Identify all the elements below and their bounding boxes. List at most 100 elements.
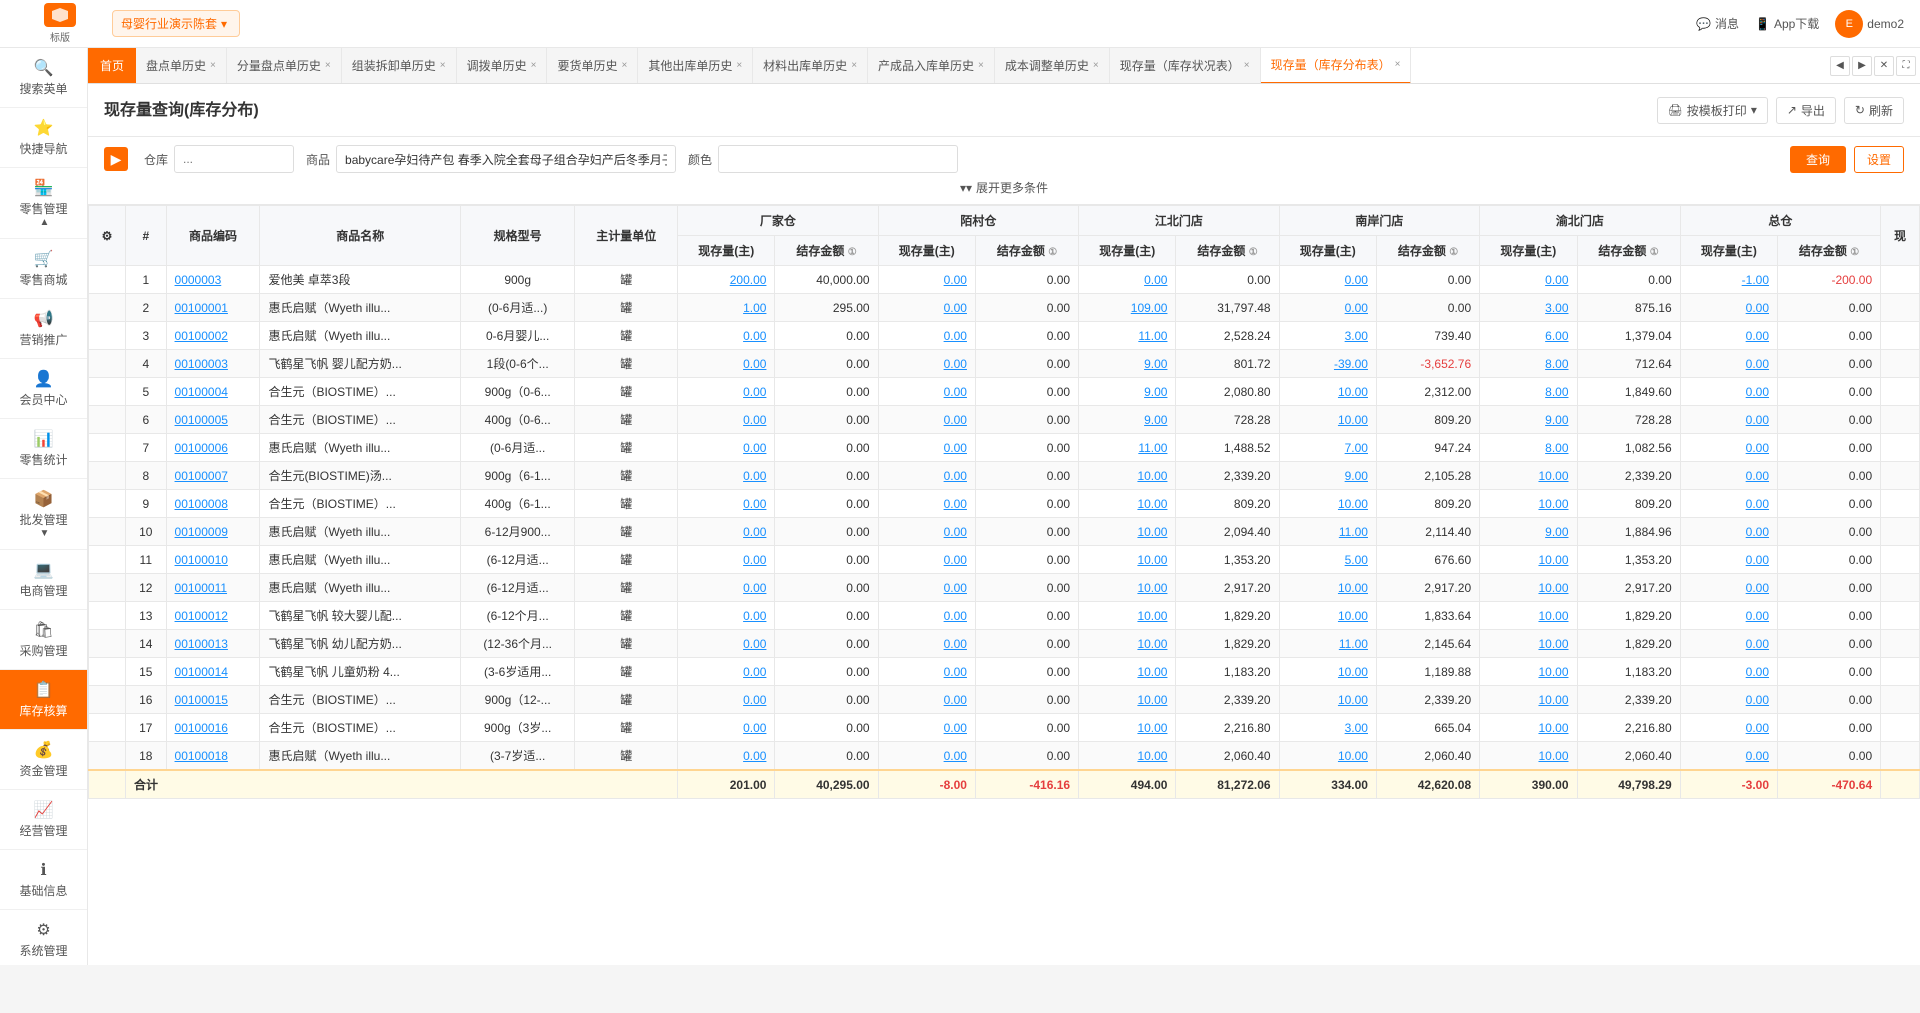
sidebar-item-inventory[interactable]: 📋 库存核算 xyxy=(0,670,87,730)
table-row: 16 00100015 合生元（BIOSTIME）... 900g（12-...… xyxy=(89,686,1920,714)
sidebar-item-marketing[interactable]: 📢 营销推广 xyxy=(0,299,87,359)
sidebar-item-nav[interactable]: ⭐ 快捷导航 xyxy=(0,108,87,168)
tab-demand[interactable]: 要货单历史 × xyxy=(547,48,638,84)
td-w2-qty: 0.00 xyxy=(878,574,975,602)
user-btn[interactable]: E demo2 xyxy=(1835,10,1904,38)
td-settings xyxy=(89,322,126,350)
tab-home[interactable]: 首页 xyxy=(88,48,136,84)
close-icon[interactable]: × xyxy=(1093,60,1099,71)
code-link[interactable]: 00100009 xyxy=(175,525,228,539)
sidebar-item-wholesale[interactable]: 📦 批发管理 ▼ xyxy=(0,479,87,550)
close-icon[interactable]: × xyxy=(440,60,446,71)
expand-arrow[interactable]: ▶ xyxy=(104,147,128,171)
close-icon[interactable]: × xyxy=(736,60,742,71)
code-link[interactable]: 00100013 xyxy=(175,637,228,651)
sidebar-item-mall[interactable]: 🛒 零售商城 xyxy=(0,239,87,299)
close-icon[interactable]: × xyxy=(621,60,627,71)
tab-stock-dist[interactable]: 现存量（库存分布表） × xyxy=(1261,48,1412,84)
setting-btn[interactable]: 设置 xyxy=(1854,146,1904,173)
tab-product-in[interactable]: 产成品入库单历史 × xyxy=(868,48,995,84)
color-input[interactable] xyxy=(718,145,958,173)
sidebar-item-member[interactable]: 👤 会员中心 xyxy=(0,359,87,419)
close-icon[interactable]: × xyxy=(531,60,537,71)
tab-close-btn[interactable]: ✕ xyxy=(1874,56,1894,76)
td-w5-amt: 1,884.96 xyxy=(1577,518,1680,546)
close-icon[interactable]: × xyxy=(851,60,857,71)
search-btn[interactable]: 查询 xyxy=(1790,146,1846,173)
warehouse-input[interactable] xyxy=(174,145,294,173)
app-download-btn[interactable]: 📱 App下载 xyxy=(1755,15,1819,32)
refresh-btn[interactable]: ↻ 刷新 xyxy=(1844,97,1904,124)
nav-selector[interactable]: 母婴行业演示陈套 ▾ xyxy=(112,10,240,37)
sidebar-item-finance[interactable]: 💰 资金管理 xyxy=(0,730,87,790)
td-w5-amt: 1,183.20 xyxy=(1577,658,1680,686)
sidebar-item-base[interactable]: ℹ 基础信息 xyxy=(0,850,87,910)
code-link[interactable]: 00100007 xyxy=(175,469,228,483)
info-icon[interactable]: ① xyxy=(1048,247,1057,258)
code-link[interactable]: 00100008 xyxy=(175,497,228,511)
tab-stock-status[interactable]: 现存量（库存状况表） × xyxy=(1110,48,1261,84)
sidebar-item-purchase[interactable]: 🛍 采购管理 xyxy=(0,610,87,670)
print-btn[interactable]: 🖨 按模板打印 ▾ xyxy=(1657,97,1768,124)
code-link[interactable]: 00100010 xyxy=(175,553,228,567)
sidebar-item-retail[interactable]: 🏪 零售管理 ▲ xyxy=(0,168,87,239)
expand-conditions-btn[interactable]: ▾▾ 展开更多条件 xyxy=(960,179,1048,196)
sidebar-item-search[interactable]: 🔍 搜索英单 xyxy=(0,48,87,108)
tab-material-out[interactable]: 材料出库单历史 × xyxy=(753,48,868,84)
close-icon[interactable]: × xyxy=(978,60,984,71)
th-t-amt: 结存金额 ① xyxy=(1778,236,1881,266)
th-settings[interactable]: ⚙ xyxy=(89,206,126,266)
td-w2-amt: 0.00 xyxy=(975,322,1078,350)
code-link[interactable]: 00100011 xyxy=(175,581,228,595)
tab-transfer[interactable]: 调拨单历史 × xyxy=(457,48,548,84)
td-total-amt: 0.00 xyxy=(1778,406,1881,434)
code-link[interactable]: 00100014 xyxy=(175,665,228,679)
tab-cost-adjust[interactable]: 成本调整单历史 × xyxy=(995,48,1110,84)
message-btn[interactable]: 💬 消息 xyxy=(1696,15,1739,32)
info-icon[interactable]: ① xyxy=(848,247,857,258)
sidebar-item-stats[interactable]: 📊 零售统计 xyxy=(0,419,87,479)
code-link[interactable]: 00100002 xyxy=(175,329,228,343)
tab-prev-btn[interactable]: ◀ xyxy=(1830,56,1850,76)
tab-other-out[interactable]: 其他出库单历史 × xyxy=(638,48,753,84)
td-w5-qty: 10.00 xyxy=(1480,714,1577,742)
info-icon[interactable]: ① xyxy=(1449,247,1458,258)
close-icon[interactable]: × xyxy=(325,60,331,71)
table-wrap[interactable]: ⚙ # 商品编码 商品名称 规格型号 主计量单位 厂家仓 陌村仓 江北门店 南岸… xyxy=(88,205,1920,965)
footer-w2-amt: -416.16 xyxy=(975,770,1078,799)
info-icon[interactable]: ① xyxy=(1850,247,1859,258)
tab-expand-btn[interactable]: ⛶ xyxy=(1896,56,1916,76)
code-link[interactable]: 00100012 xyxy=(175,609,228,623)
goods-input[interactable] xyxy=(336,145,676,173)
td-w5-amt: 2,339.20 xyxy=(1577,686,1680,714)
code-link[interactable]: 00100003 xyxy=(175,357,228,371)
code-link[interactable]: 00100005 xyxy=(175,413,228,427)
td-w3-qty: 10.00 xyxy=(1079,714,1176,742)
tab-portion-check[interactable]: 分量盘点单历史 × xyxy=(227,48,342,84)
code-link[interactable]: 00100015 xyxy=(175,693,228,707)
code-link[interactable]: 00100006 xyxy=(175,441,228,455)
tab-next-btn[interactable]: ▶ xyxy=(1852,56,1872,76)
code-link[interactable]: 0000003 xyxy=(175,273,222,287)
info-icon[interactable]: ① xyxy=(1249,247,1258,258)
footer-extra xyxy=(1881,770,1920,799)
sidebar-item-ecom[interactable]: 💻 电商管理 xyxy=(0,550,87,610)
td-w5-amt: 809.20 xyxy=(1577,490,1680,518)
td-w1-qty: 0.00 xyxy=(678,462,775,490)
code-link[interactable]: 00100004 xyxy=(175,385,228,399)
info-icon[interactable]: ① xyxy=(1650,247,1659,258)
tab-assembly[interactable]: 组装拆卸单历史 × xyxy=(342,48,457,84)
close-icon[interactable]: × xyxy=(210,60,216,71)
sidebar-item-biz[interactable]: 📈 经营管理 xyxy=(0,790,87,850)
export-btn[interactable]: ↗ 导出 xyxy=(1776,97,1836,124)
sidebar-item-sys[interactable]: ⚙ 系统管理 xyxy=(0,910,87,965)
close-icon[interactable]: × xyxy=(1244,60,1250,71)
purchase-icon: 🛍 xyxy=(33,620,53,640)
code-link[interactable]: 00100018 xyxy=(175,749,228,763)
code-link[interactable]: 00100016 xyxy=(175,721,228,735)
close-icon[interactable]: × xyxy=(1395,59,1401,70)
th-yubei-wh: 渝北门店 xyxy=(1480,206,1681,236)
code-link[interactable]: 00100001 xyxy=(175,301,228,315)
td-w2-amt: 0.00 xyxy=(975,266,1078,294)
tab-inventory-check[interactable]: 盘点单历史 × xyxy=(136,48,227,84)
